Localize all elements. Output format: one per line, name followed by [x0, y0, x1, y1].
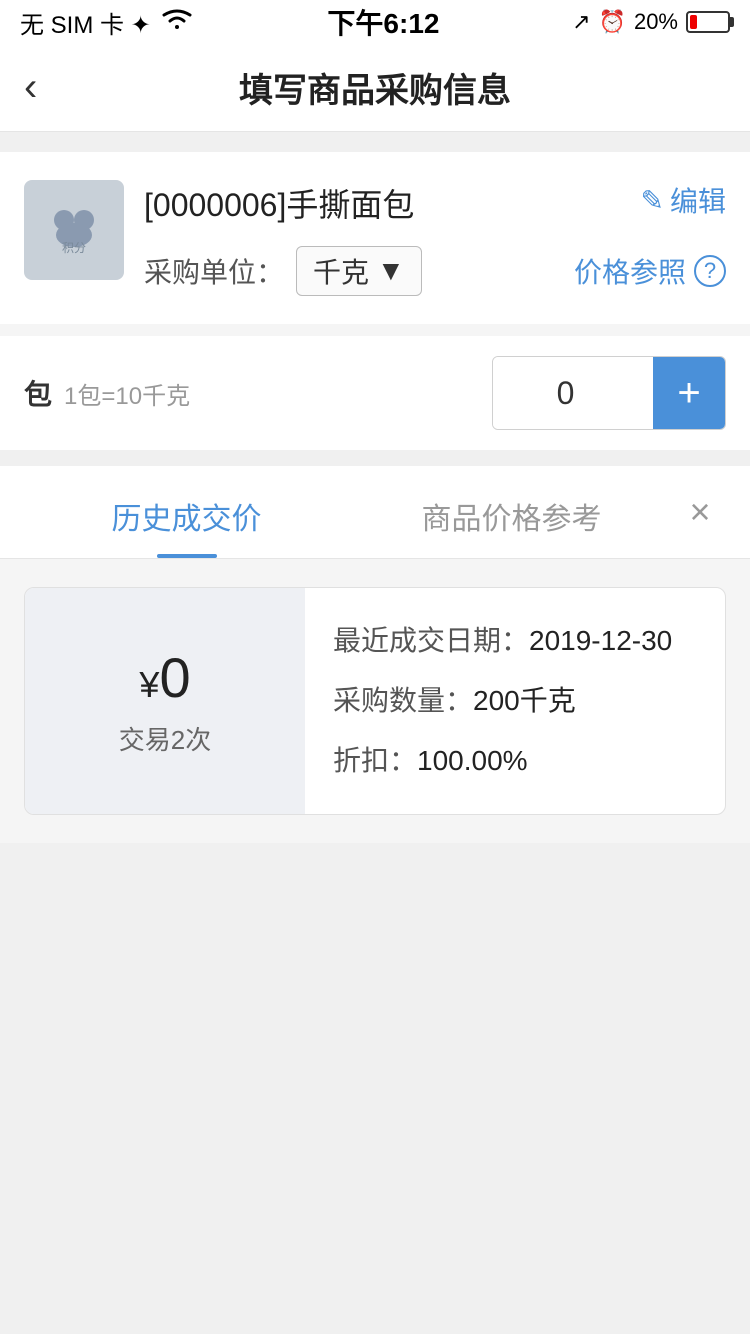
- product-name: [0000006]手撕面包: [144, 180, 414, 226]
- quantity-bar: 包 1包=10千克 +: [0, 336, 750, 450]
- price-trades: 交易2次: [119, 720, 211, 757]
- nav-bar: ‹ 填写商品采购信息: [0, 44, 750, 132]
- product-info: [0000006]手撕面包 ✎ 编辑 采购单位： 千克 ▼ 价格参照 ?: [144, 180, 726, 296]
- section-divider: [0, 324, 750, 336]
- edit-icon: ✎: [641, 184, 664, 217]
- sim-status: 无 SIM 卡 ✦: [20, 5, 151, 40]
- tabs-container: 历史成交价 商品价格参考 ×: [0, 466, 750, 559]
- product-row: 采购单位： 千克 ▼ 价格参照 ?: [144, 246, 726, 296]
- tab-history-price[interactable]: 历史成交价: [24, 466, 349, 558]
- status-left: 无 SIM 卡 ✦: [20, 5, 195, 40]
- unit-section: 采购单位： 千克 ▼: [144, 246, 422, 296]
- qty-conversion: 1包=10千克: [64, 376, 190, 411]
- tab-close-button[interactable]: ×: [674, 486, 726, 538]
- help-icon: ?: [694, 255, 726, 287]
- qty-plus-button[interactable]: +: [653, 357, 725, 429]
- detail-discount: 折扣：100.00%: [333, 740, 697, 782]
- product-header: [0000006]手撕面包 ✎ 编辑: [144, 180, 726, 226]
- price-card-area: ¥0 交易2次 最近成交日期：2019-12-30 采购数量：200千克 折扣：…: [0, 559, 750, 843]
- price-amount: ¥0: [139, 645, 190, 710]
- price-ref-button[interactable]: 价格参照 ?: [574, 251, 726, 291]
- battery-percent: 20%: [634, 9, 678, 35]
- dropdown-arrow-icon: ▼: [377, 255, 405, 287]
- back-button[interactable]: ‹: [24, 65, 37, 110]
- tab-price-ref[interactable]: 商品价格参考: [349, 466, 674, 558]
- product-thumbnail: 积分: [24, 180, 124, 280]
- qty-unit-badge: 包: [24, 373, 52, 413]
- qty-input-wrap: +: [492, 356, 726, 430]
- edit-button[interactable]: ✎ 编辑: [641, 180, 726, 220]
- location-icon: ↗: [572, 9, 590, 35]
- status-time: 下午6:12: [327, 2, 439, 42]
- unit-select[interactable]: 千克 ▼: [296, 246, 422, 296]
- detail-qty: 采购数量：200千克: [333, 680, 697, 722]
- svg-text:积分: 积分: [62, 241, 86, 255]
- product-card: 积分 [0000006]手撕面包 ✎ 编辑 采购单位： 千克 ▼ 价格参照 ?: [0, 152, 750, 324]
- price-card: ¥0 交易2次 最近成交日期：2019-12-30 采购数量：200千克 折扣：…: [24, 587, 726, 815]
- status-right: ↗ ⏰ 20%: [572, 9, 730, 35]
- qty-unit-info: 包 1包=10千克: [24, 373, 472, 413]
- detail-date: 最近成交日期：2019-12-30: [333, 620, 697, 662]
- battery-icon: [686, 11, 730, 33]
- price-left-panel: ¥0 交易2次: [25, 588, 305, 814]
- alarm-icon: ⏰: [599, 9, 626, 35]
- wifi-icon: [159, 5, 195, 40]
- quantity-input[interactable]: [493, 357, 653, 429]
- price-right-panel: 最近成交日期：2019-12-30 采购数量：200千克 折扣：100.00%: [305, 588, 725, 814]
- status-bar: 无 SIM 卡 ✦ 下午6:12 ↗ ⏰ 20%: [0, 0, 750, 44]
- unit-label: 采购单位：: [144, 251, 284, 291]
- page-title: 填写商品采购信息: [239, 63, 511, 112]
- tab-underline: [157, 554, 217, 558]
